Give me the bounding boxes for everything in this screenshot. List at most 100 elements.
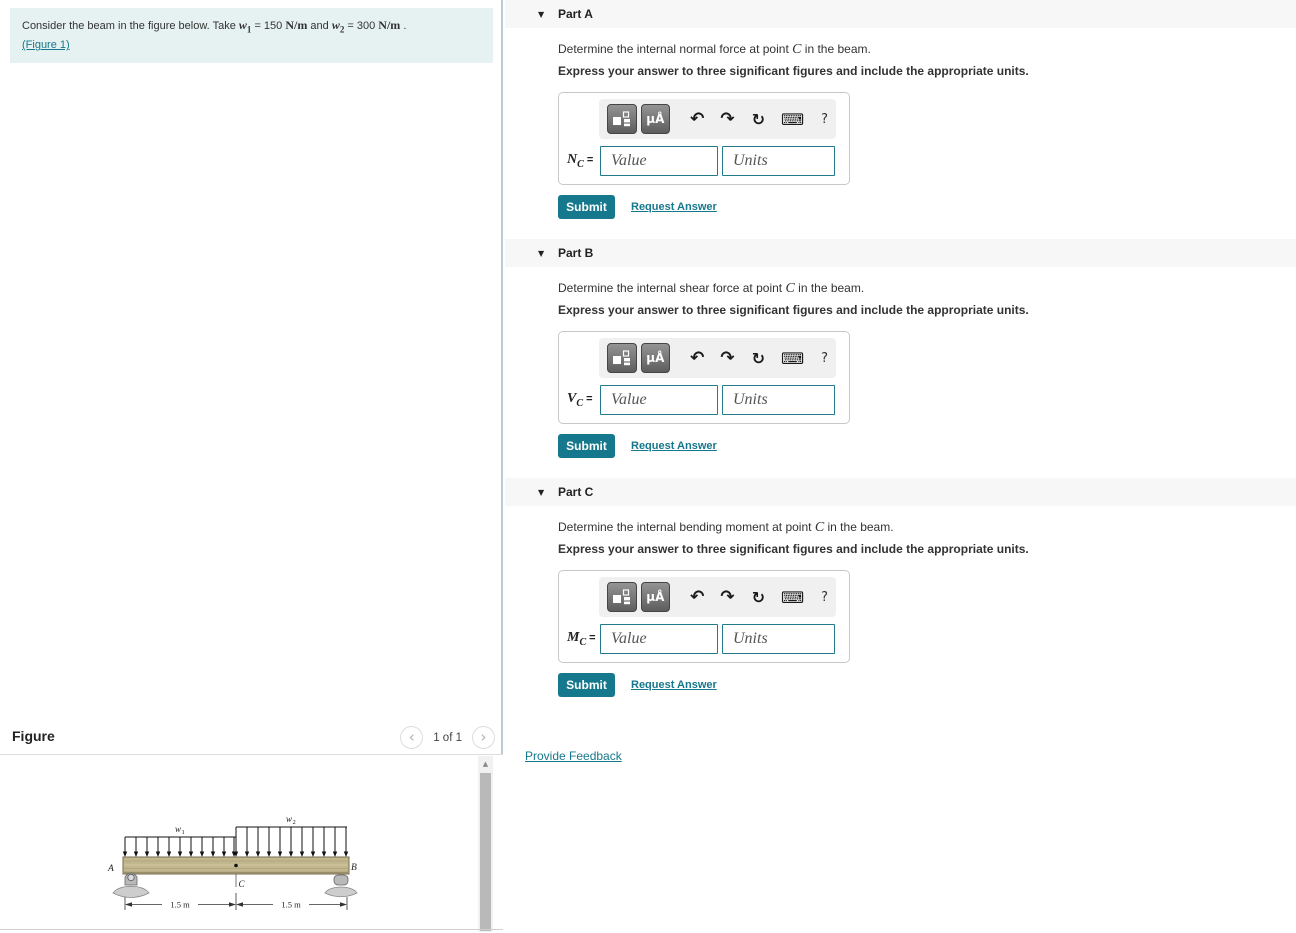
collapse-icon: ▼ — [538, 248, 545, 258]
part-b-section: ▼ Part B Determine the internal shear fo… — [505, 239, 1296, 458]
reset-icon[interactable]: ↻ — [752, 349, 765, 368]
scrollbar-thumb[interactable] — [480, 773, 491, 931]
math-c: C — [814, 520, 825, 535]
dimension-right: 1.5 m — [281, 900, 301, 910]
left-panel-bottom-border — [0, 929, 503, 930]
collapse-icon: ▼ — [538, 487, 545, 497]
figure-pagination: ‹ 1 of 1 › — [400, 726, 495, 749]
units-icon: μÅ — [646, 590, 665, 604]
part-a-question: Determine the internal normal force at p… — [558, 42, 871, 57]
figure-header: Figure ‹ 1 of 1 › — [0, 724, 503, 754]
submit-button[interactable]: Submit — [558, 673, 615, 697]
intro-text-5: . — [400, 20, 407, 32]
units-input[interactable] — [722, 146, 835, 176]
figure-1-link[interactable]: (Figure 1) — [22, 39, 70, 51]
units-template-button[interactable]: μÅ — [640, 582, 671, 612]
help-icon[interactable]: ? — [821, 112, 828, 127]
part-c-section: ▼ Part C Determine the internal bending … — [505, 478, 1296, 697]
part-c-instruction: Express your answer to three significant… — [558, 542, 1029, 556]
part-b-answer-module: μÅ ↶ ↷ ↻ ⌨ ? VC = — [558, 331, 850, 424]
keyboard-icon[interactable]: ⌨ — [781, 588, 804, 607]
reset-icon[interactable]: ↻ — [752, 588, 765, 607]
value-input[interactable] — [600, 146, 718, 176]
math-c: C — [785, 281, 795, 296]
problem-panel: Consider the beam in the figure below. T… — [0, 0, 503, 933]
figure-title: Figure — [12, 728, 55, 744]
part-b-answer-label: VC = — [567, 391, 593, 409]
w2-variable: w2 — [331, 18, 345, 35]
scroll-up-button[interactable]: ▲ — [478, 756, 493, 772]
help-icon[interactable]: ? — [821, 590, 828, 605]
templates-icon — [612, 589, 630, 605]
units-icon: μÅ — [646, 351, 665, 365]
units-template-button[interactable]: μÅ — [640, 104, 671, 134]
part-b-instruction: Express your answer to three significant… — [558, 303, 1029, 317]
w1-load-label: w — [175, 824, 181, 834]
reset-icon[interactable]: ↻ — [752, 110, 765, 129]
label-b: B — [351, 863, 357, 873]
keyboard-icon[interactable]: ⌨ — [781, 349, 804, 368]
units-template-button[interactable]: μÅ — [640, 343, 671, 373]
part-b-header[interactable]: ▼ Part B — [505, 239, 1296, 267]
part-b-title: Part B — [558, 246, 594, 260]
equation-toolbar: μÅ ↶ ↷ ↻ ⌨ ? — [599, 99, 836, 139]
intro-text-2: = 150 — [251, 20, 286, 32]
redo-icon[interactable]: ↷ — [720, 348, 734, 368]
equation-toolbar: μÅ ↶ ↷ ↻ ⌨ ? — [599, 338, 836, 378]
roller-support-b — [333, 874, 349, 886]
label-a: A — [107, 864, 114, 874]
problem-statement: Consider the beam in the figure below. T… — [10, 8, 493, 64]
submit-button[interactable]: Submit — [558, 434, 615, 458]
units-input[interactable] — [722, 624, 835, 654]
label-c: C — [239, 879, 246, 889]
part-c-title: Part C — [558, 485, 594, 499]
request-answer-link[interactable]: Request Answer — [631, 440, 717, 452]
redo-icon[interactable]: ↷ — [720, 587, 734, 607]
figure-page-indicator: 1 of 1 — [433, 731, 462, 744]
w1-load-sub: 1 — [182, 829, 185, 836]
provide-feedback-link[interactable]: Provide Feedback — [525, 749, 622, 763]
beam-diagram: w 1 w 2 C A B 1.5 m 1.5 m — [107, 814, 358, 910]
part-a-answer-module: μÅ ↶ ↷ ↻ ⌨ ? NC = — [558, 92, 850, 185]
value-input[interactable] — [600, 385, 718, 415]
help-icon[interactable]: ? — [821, 351, 828, 366]
part-a-title: Part A — [558, 7, 593, 21]
request-answer-link[interactable]: Request Answer — [631, 201, 717, 213]
parts-panel: ▼ Part A Determine the internal normal f… — [505, 0, 1296, 933]
equation-toolbar: μÅ ↶ ↷ ↻ ⌨ ? — [599, 577, 836, 617]
part-a-header[interactable]: ▼ Part A — [505, 0, 1296, 28]
part-a-instruction: Express your answer to three significant… — [558, 64, 1029, 78]
equation-templates-button[interactable] — [607, 582, 637, 612]
undo-icon[interactable]: ↶ — [690, 587, 704, 607]
collapse-icon: ▼ — [538, 9, 545, 19]
dimension-left: 1.5 m — [170, 900, 190, 910]
redo-icon[interactable]: ↷ — [720, 109, 734, 129]
w1-unit: N/m — [285, 18, 308, 32]
undo-icon[interactable]: ↶ — [690, 109, 704, 129]
w1-variable: w1 — [238, 18, 252, 35]
w2-unit: N/m — [378, 18, 401, 32]
figure-prev-button[interactable]: ‹ — [400, 726, 424, 749]
keyboard-icon[interactable]: ⌨ — [781, 110, 804, 129]
units-icon: μÅ — [646, 112, 665, 126]
equation-templates-button[interactable] — [607, 343, 637, 373]
submit-button[interactable]: Submit — [558, 195, 615, 219]
undo-icon[interactable]: ↶ — [690, 348, 704, 368]
intro-text-3: and — [307, 20, 332, 32]
part-a-section: ▼ Part A Determine the internal normal f… — [505, 0, 1296, 219]
part-c-header[interactable]: ▼ Part C — [505, 478, 1296, 506]
intro-text-4: = 300 — [344, 20, 379, 32]
templates-icon — [612, 111, 630, 127]
equation-templates-button[interactable] — [607, 104, 637, 134]
intro-text-1: Consider the beam in the figure below. T… — [22, 20, 239, 32]
value-input[interactable] — [600, 624, 718, 654]
figure-next-button[interactable]: › — [472, 726, 495, 749]
part-c-answer-label: MC = — [567, 630, 596, 648]
units-input[interactable] — [722, 385, 835, 415]
part-a-answer-label: NC = — [567, 152, 594, 170]
request-answer-link[interactable]: Request Answer — [631, 679, 717, 691]
figure-viewport: w 1 w 2 C A B 1.5 m 1.5 m ▲ — [0, 755, 503, 933]
figure-scrollbar[interactable]: ▲ — [478, 756, 493, 932]
templates-icon — [612, 350, 630, 366]
part-c-answer-module: μÅ ↶ ↷ ↻ ⌨ ? MC = — [558, 570, 850, 663]
